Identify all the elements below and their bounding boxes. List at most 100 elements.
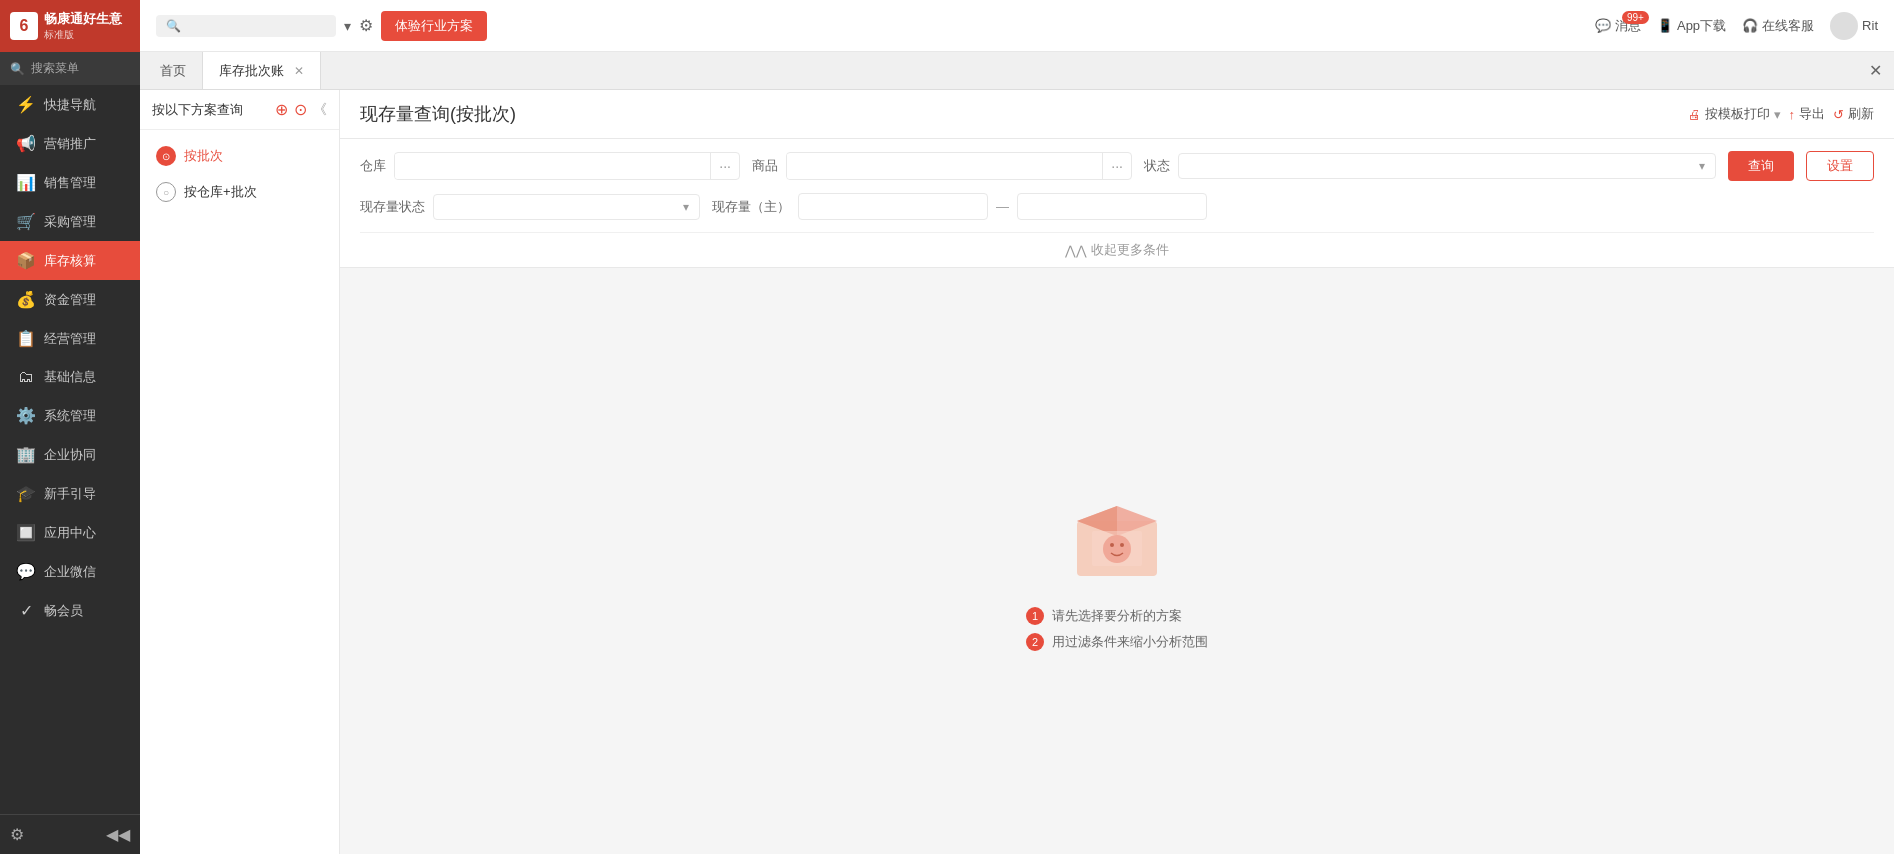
tab-inventory-batch[interactable]: 库存批次账 ✕ — [203, 52, 321, 89]
tip-text-1: 请先选择要分析的方案 — [1052, 607, 1182, 625]
sidebar-item-shortcut[interactable]: ⚡ 快捷导航 — [0, 85, 140, 124]
sidebar-item-basic[interactable]: 🗂 基础信息 — [0, 358, 140, 396]
stock-status-select[interactable]: ▾ — [433, 194, 700, 220]
collapse-panel-button[interactable]: 《 — [313, 101, 327, 119]
nav-label: 基础信息 — [44, 368, 96, 386]
product-input-group: ··· — [786, 152, 1132, 180]
filter-row-1: 仓库 ··· 商品 ··· — [360, 151, 1874, 181]
headset-icon: 🎧 — [1742, 18, 1758, 33]
settings-icon[interactable]: ⚙ — [10, 825, 24, 844]
nav-label: 快捷导航 — [44, 96, 96, 114]
topbar-search-input[interactable] — [187, 19, 326, 33]
user-item[interactable]: Rit — [1830, 12, 1878, 40]
warehouse-input[interactable] — [395, 154, 710, 179]
product-input[interactable] — [787, 154, 1102, 179]
message-icon: 💬 — [1595, 18, 1611, 33]
online-service-item[interactable]: 🎧 在线客服 — [1742, 17, 1814, 35]
nav-label: 经营管理 — [44, 330, 96, 348]
content-area: 按以下方案查询 ⊕ ⊙ 《 ⊙ 按批次 ○ 按仓库+批次 — [140, 90, 1894, 854]
collapse-filter-btn[interactable]: ⋀⋀ 收起更多条件 — [360, 232, 1874, 267]
filter-row-2: 现存量状态 ▾ 现存量（主） — — [360, 193, 1874, 220]
status-select[interactable]: ▾ — [1178, 153, 1716, 179]
collapse-up-icon: ⋀⋀ — [1065, 243, 1087, 258]
tabbar: 首页 库存批次账 ✕ ✕ — [140, 52, 1894, 90]
svg-point-4 — [1103, 535, 1131, 563]
member-icon: ✓ — [16, 601, 36, 620]
tab-home[interactable]: 首页 — [144, 52, 203, 89]
scheme-item-batch[interactable]: ⊙ 按批次 — [140, 138, 339, 174]
app-download-item[interactable]: 📱 App下载 — [1657, 17, 1726, 35]
messages-item[interactable]: 💬 消息 99+ — [1595, 17, 1641, 35]
close-panel-button[interactable]: ✕ — [1857, 52, 1894, 89]
nav-label: 库存核算 — [44, 252, 96, 270]
collapse-sidebar-icon[interactable]: ◀◀ — [106, 825, 130, 844]
finance-icon: 💰 — [16, 290, 36, 309]
search-label: 搜索菜单 — [31, 60, 79, 77]
topbar-left: 🔍 ▾ ⚙ 体验行业方案 — [156, 11, 1585, 41]
stock-qty-group: 现存量（主） — — [712, 193, 1874, 220]
product-more-button[interactable]: ··· — [1102, 153, 1131, 179]
nav-label: 系统管理 — [44, 407, 96, 425]
newbie-icon: 🎓 — [16, 484, 36, 503]
sidebar-item-marketing[interactable]: 📢 营销推广 — [0, 124, 140, 163]
print-btn[interactable]: 🖨 按模板打印 ▾ — [1688, 105, 1781, 123]
page-title: 现存量查询(按批次) — [360, 102, 516, 126]
tab-inventory-batch-label: 库存批次账 — [219, 62, 284, 80]
status-chevron-icon: ▾ — [1699, 159, 1705, 173]
collapse-filter-label: 收起更多条件 — [1091, 241, 1169, 259]
add-scheme-button[interactable]: ⊕ — [275, 100, 288, 119]
shortcut-icon: ⚡ — [16, 95, 36, 114]
topbar-search-box[interactable]: 🔍 — [156, 15, 336, 37]
left-panel: 按以下方案查询 ⊕ ⊙ 《 ⊙ 按批次 ○ 按仓库+批次 — [140, 90, 340, 854]
filter-area: 仓库 ··· 商品 ··· — [340, 139, 1894, 268]
nav-label: 资金管理 — [44, 291, 96, 309]
purchase-icon: 🛒 — [16, 212, 36, 231]
scheme-active-icon: ⊙ — [156, 146, 176, 166]
page-header: 现存量查询(按批次) 🖨 按模板打印 ▾ ↑ 导出 ↺ 刷新 — [340, 90, 1894, 139]
messages-badge: 99+ — [1622, 11, 1649, 24]
scheme-item-warehouse-batch[interactable]: ○ 按仓库+批次 — [140, 174, 339, 210]
tab-close-icon[interactable]: ✕ — [294, 64, 304, 78]
sidebar-item-purchase[interactable]: 🛒 采购管理 — [0, 202, 140, 241]
empty-tips: 1 请先选择要分析的方案 2 用过滤条件来缩小分析范围 — [1026, 607, 1208, 651]
topbar: 🔍 ▾ ⚙ 体验行业方案 💬 消息 99+ 📱 App下载 🎧 在线客服 — [140, 0, 1894, 52]
sidebar-item-member[interactable]: ✓ 畅会员 — [0, 591, 140, 630]
sidebar-item-wechat[interactable]: 💬 企业微信 — [0, 552, 140, 591]
sidebar-item-inventory[interactable]: 📦 库存核算 — [0, 241, 140, 280]
sidebar-item-enterprise[interactable]: 🏢 企业协同 — [0, 435, 140, 474]
topbar-dropdown-button[interactable]: ▾ — [344, 18, 351, 34]
sidebar-item-newbie[interactable]: 🎓 新手引导 — [0, 474, 140, 513]
export-label: 导出 — [1799, 105, 1825, 123]
sidebar-item-apps[interactable]: 🔲 应用中心 — [0, 513, 140, 552]
trial-btn[interactable]: 体验行业方案 — [381, 11, 487, 41]
sidebar-item-finance[interactable]: 💰 资金管理 — [0, 280, 140, 319]
warehouse-label: 仓库 — [360, 157, 386, 175]
sidebar-header: 6 畅康通好生意 标准版 — [0, 0, 140, 52]
product-label: 商品 — [752, 157, 778, 175]
company-info: 畅康通好生意 标准版 — [44, 11, 122, 41]
nav-label: 企业协同 — [44, 446, 96, 464]
sidebar-search-item[interactable]: 🔍 搜索菜单 — [0, 52, 140, 85]
settings-button[interactable]: 设置 — [1806, 151, 1874, 181]
apps-icon: 🔲 — [16, 523, 36, 542]
username: Rit — [1862, 18, 1878, 33]
wechat-icon: 💬 — [16, 562, 36, 581]
empty-tip-2: 2 用过滤条件来缩小分析范围 — [1026, 633, 1208, 651]
stock-qty-dash: — — [996, 199, 1009, 214]
sidebar-item-sales[interactable]: 📊 销售管理 — [0, 163, 140, 202]
stock-status-group: 现存量状态 ▾ — [360, 194, 700, 220]
topbar-gear-button[interactable]: ⚙ — [359, 16, 373, 35]
warehouse-more-button[interactable]: ··· — [710, 153, 739, 179]
sidebar-item-system[interactable]: ⚙️ 系统管理 — [0, 396, 140, 435]
basic-icon: 🗂 — [16, 368, 36, 386]
enterprise-icon: 🏢 — [16, 445, 36, 464]
scheme-settings-button[interactable]: ⊙ — [294, 100, 307, 119]
refresh-btn[interactable]: ↺ 刷新 — [1833, 105, 1874, 123]
query-button[interactable]: 查询 — [1728, 151, 1794, 181]
stock-qty-min-input[interactable] — [798, 193, 988, 220]
nav-label: 应用中心 — [44, 524, 96, 542]
tab-home-label: 首页 — [160, 62, 186, 80]
sidebar-item-operations[interactable]: 📋 经营管理 — [0, 319, 140, 358]
export-btn[interactable]: ↑ 导出 — [1789, 105, 1826, 123]
stock-qty-max-input[interactable] — [1017, 193, 1207, 220]
